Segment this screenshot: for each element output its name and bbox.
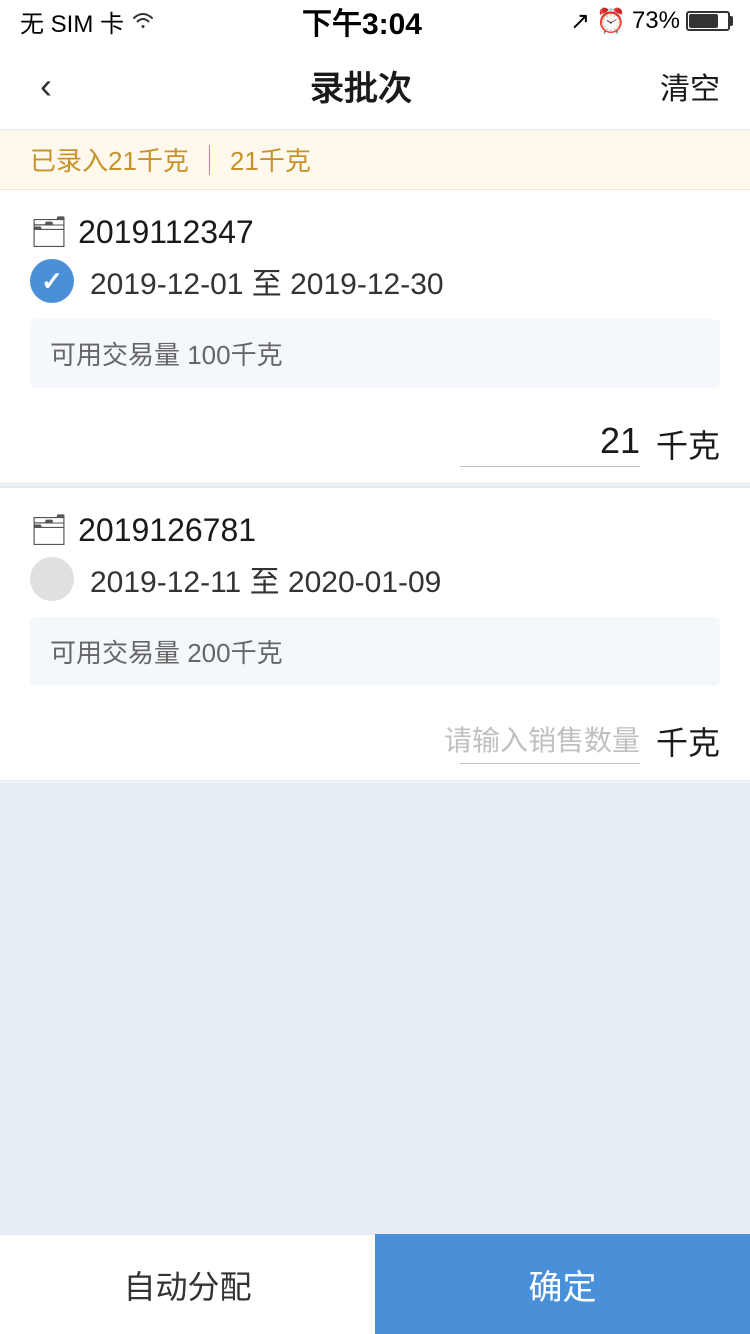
batch1-icon: 🗂 [30,215,68,250]
batch2-available: 可用交易量 200千克 [30,617,720,686]
confirm-button[interactable]: 确定 [375,1234,750,1334]
batch2-unit: 千克 [656,718,720,764]
location-icon: ↗ [570,7,590,36]
batch2-underline [460,763,640,764]
status-time: 下午3:04 [302,0,422,43]
batch2-header: 🗂 2019126781 [0,488,750,557]
batch2-qty-area[interactable]: 请输入销售数量 [444,719,640,764]
batch2-radio[interactable] [30,557,74,601]
batch2-date-row[interactable]: 2019-12-11 至 2020-01-09 [0,557,750,617]
batch1-id: 2019112347 [78,214,254,251]
status-bar: 无 SIM 卡 下午3:04 ↗ ⏰ 73% [0,0,750,42]
battery-percent: 73% [632,7,680,35]
batch1-input-row: 21 千克 [0,404,750,484]
wifi-icon [132,13,154,29]
batch1-date-row[interactable]: ✓ 2019-12-01 至 2019-12-30 [0,259,750,319]
batch-item-2: 🗂 2019126781 2019-12-11 至 2020-01-09 可用交… [0,488,750,781]
batch2-icon: 🗂 [30,513,68,548]
batch2-available-text: 可用交易量 200千克 [50,638,283,668]
battery-icon [686,11,730,31]
info-banner: 已录入21千克 21千克 [0,130,750,190]
batch1-date: 2019-12-01 至 2019-12-30 [90,259,444,303]
total-amount: 21千克 [230,141,311,178]
batch2-id: 2019126781 [78,512,256,549]
batch1-underline [460,466,640,467]
batch1-quantity[interactable]: 21 [600,420,640,462]
no-sim-text: 无 SIM 卡 [20,4,124,39]
status-right: ↗ ⏰ 73% [570,7,730,36]
back-button[interactable]: ‹ [30,55,62,117]
empty-area [0,783,750,1294]
content-area: 🗂 2019112347 ✓ 2019-12-01 至 2019-12-30 可… [0,190,750,1294]
banner-divider [209,145,210,175]
clear-button[interactable]: 清空 [660,64,720,108]
batch1-qty-area[interactable]: 21 [460,420,640,467]
recorded-amount: 已录入21千克 [30,141,189,178]
page-title: 录批次 [310,61,412,110]
nav-bar: ‹ 录批次 清空 [0,42,750,130]
batch2-input-row: 请输入销售数量 千克 [0,702,750,781]
batch1-unit: 千克 [656,421,720,467]
batch2-date: 2019-12-11 至 2020-01-09 [90,557,441,601]
status-left: 无 SIM 卡 [20,4,154,39]
batch1-available: 可用交易量 100千克 [30,319,720,388]
batch1-header: 🗂 2019112347 [0,190,750,259]
auto-distribute-button[interactable]: 自动分配 [0,1234,375,1334]
batch1-radio[interactable]: ✓ [30,259,74,303]
bottom-bar: 自动分配 确定 [0,1234,750,1334]
alarm-icon: ⏰ [596,7,626,36]
batch1-available-text: 可用交易量 100千克 [50,340,283,370]
batch2-placeholder[interactable]: 请输入销售数量 [444,719,640,759]
batch-item-1: 🗂 2019112347 ✓ 2019-12-01 至 2019-12-30 可… [0,190,750,484]
check-icon: ✓ [41,266,63,297]
